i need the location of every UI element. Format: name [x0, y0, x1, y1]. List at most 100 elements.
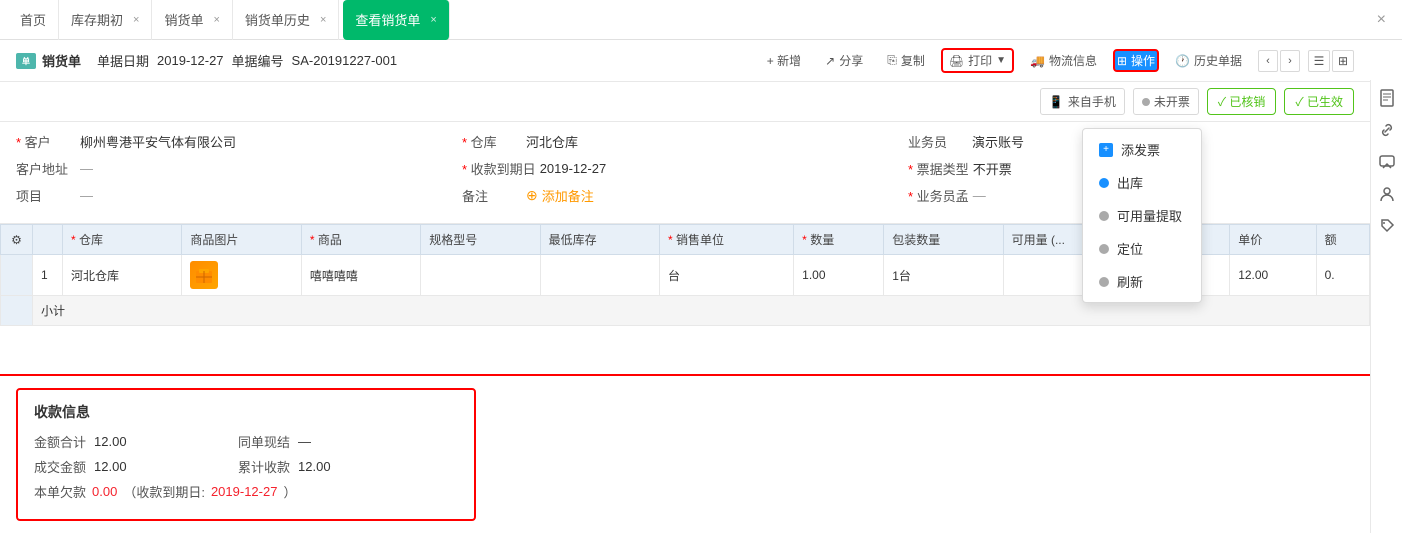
col-warehouse: 仓库 [63, 225, 182, 255]
document-title-text: 销货单 [42, 51, 81, 70]
cumulative-field: 累计收款 12.00 [238, 457, 418, 476]
due-note-date: 2019-12-27 [211, 484, 278, 499]
ticket-type-value: 不开票 [973, 159, 1012, 178]
payment-row-1: 金额合计 12.00 同单现结 — [34, 432, 458, 451]
cumulative-label: 累计收款 [238, 457, 290, 476]
tab-inventory-init[interactable]: 库存期初 × [59, 0, 152, 40]
print-button[interactable]: 🖨 打印 ▼ [941, 48, 1014, 73]
this-order-due-field: 本单欠款 0.00 （收款到期日: 2019-12-27 ） [34, 482, 296, 501]
row-warehouse-cell: 河北仓库 [63, 255, 182, 296]
cumulative-value: 12.00 [298, 459, 331, 474]
share-button[interactable]: ↗ 分享 [817, 48, 871, 73]
due-date-value[interactable]: 2019-12-27 [540, 161, 607, 176]
dropdown-locate[interactable]: 定位 [1083, 232, 1201, 265]
col-unit: 销售单位 [660, 225, 794, 255]
not-opened-button[interactable]: 未开票 [1133, 88, 1199, 115]
document-actions: + 新增 ↗ 分享 ⎘ 复制 🖨 打印 ▼ 🚚 物流信息 [759, 48, 1354, 73]
prev-arrow[interactable]: ‹ [1258, 50, 1278, 72]
locate-icon [1099, 244, 1109, 254]
warehouse-label: 仓库 [462, 132, 522, 151]
phone-icon: 📱 [1049, 95, 1064, 109]
sidebar-link-icon[interactable] [1373, 116, 1401, 144]
toolbar-row: 📱 来自手机 未开票 ✓ 已核销 ✓ 已生效 [0, 82, 1370, 122]
project-field: 项目 — [16, 186, 462, 205]
tab-inventory-init-label: 库存期初 [71, 10, 123, 29]
logistics-button[interactable]: 🚚 物流信息 [1022, 48, 1105, 73]
tab-bar-close-button[interactable]: × [1369, 11, 1394, 29]
col-pack-qty: 包装数量 [884, 225, 1003, 255]
operations-button[interactable]: ⊞ 操作 [1113, 49, 1159, 72]
col-product-img: 商品图片 [182, 225, 301, 255]
out-stock-icon [1099, 178, 1109, 188]
verify-check-icon: ✓ [1218, 95, 1226, 109]
verify-button[interactable]: ✓ 已核销 [1207, 88, 1277, 115]
bottom-panel: 收款信息 金额合计 12.00 同单现结 — 成交金额 12.00 [0, 374, 1370, 533]
gear-icon: ⚙ [11, 233, 22, 247]
new-button[interactable]: + 新增 [759, 48, 809, 73]
view-list-button[interactable]: ☰ [1308, 50, 1330, 72]
subtotal-settings-cell [1, 296, 33, 326]
svg-text:单: 单 [22, 56, 30, 66]
staff-sale-value: — [973, 188, 986, 203]
tab-sales-history-label: 销货单历史 [245, 10, 310, 29]
note-label: 备注 [462, 186, 522, 205]
same-order-value: — [298, 434, 311, 449]
staff-sale-label: 业务员孟 [908, 186, 969, 205]
document-header: 单 销货单 单据日期 2019-12-27 单据编号 SA-20191227-0… [0, 40, 1370, 82]
effect-check-icon: ✓ [1295, 95, 1303, 109]
staff-label: 业务员 [908, 132, 968, 151]
nav-arrows: ‹ › [1258, 50, 1300, 72]
copy-button[interactable]: ⎘ 复制 [879, 48, 933, 73]
col-spec: 规格型号 [421, 225, 540, 255]
sidebar-document-icon[interactable] [1373, 84, 1401, 112]
refresh-icon [1099, 277, 1109, 287]
total-amount-field: 金额合计 12.00 [34, 432, 214, 451]
operations-dropdown: + 添发票 出库 可用量提取 定位 刷新 [1082, 128, 1202, 303]
customer-value[interactable]: 柳州粤港平安气体有限公司 [80, 132, 236, 151]
due-date-label: 收款到期日 [462, 159, 536, 178]
total-amount-value: 12.00 [94, 434, 127, 449]
staff-value: 演示账号 [972, 132, 1024, 151]
due-date-field: 收款到期日 2019-12-27 [462, 159, 908, 178]
document-meta: 单据日期 2019-12-27 单据编号 SA-20191227-001 [97, 51, 397, 70]
tab-sales-history-close[interactable]: × [320, 14, 326, 26]
dropdown-refresh[interactable]: 刷新 [1083, 265, 1201, 298]
due-note-close: ） [283, 482, 296, 501]
due-note-label: （收款到期日: [123, 482, 205, 501]
truck-icon: 🚚 [1030, 54, 1045, 68]
effect-button[interactable]: ✓ 已生效 [1284, 88, 1354, 115]
dropdown-out-stock[interactable]: 出库 [1083, 166, 1201, 199]
tab-check-sales-close[interactable]: × [430, 14, 436, 26]
tab-check-sales[interactable]: 查看销货单 × [343, 0, 449, 40]
view-grid-button[interactable]: ⊞ [1332, 50, 1354, 72]
sidebar-tag-icon[interactable] [1373, 212, 1401, 240]
row-qty-cell: 1.00 [794, 255, 884, 296]
sidebar-chat-icon[interactable] [1373, 148, 1401, 176]
add-note-button[interactable]: ⊕ 添加备注 [526, 186, 594, 205]
qty-fetch-icon [1099, 211, 1109, 221]
tab-sales-order-close[interactable]: × [213, 14, 219, 26]
sidebar-user-icon[interactable] [1373, 180, 1401, 208]
date-label: 单据日期 [97, 51, 149, 70]
tab-sales-order[interactable]: 销货单 × [152, 0, 232, 40]
customer-label: 客户 [16, 132, 76, 151]
history-button[interactable]: 🕐 历史单据 [1167, 48, 1250, 73]
dropdown-add-invoice[interactable]: + 添发票 [1083, 133, 1201, 166]
col-settings[interactable]: ⚙ [1, 225, 33, 255]
tab-sales-history[interactable]: 销货单历史 × [233, 0, 339, 40]
next-arrow[interactable]: › [1280, 50, 1300, 72]
from-phone-button[interactable]: 📱 来自手机 [1040, 88, 1125, 115]
project-label: 项目 [16, 186, 76, 205]
row-seq-cell: 1 [33, 255, 63, 296]
col-min-stock: 最低库存 [540, 225, 659, 255]
col-unit-price: 单价 [1230, 225, 1316, 255]
tab-home[interactable]: 首页 [8, 0, 59, 40]
dropdown-qty-fetch[interactable]: 可用量提取 [1083, 199, 1201, 232]
deal-amount-label: 成交金额 [34, 457, 86, 476]
right-sidebar [1370, 80, 1402, 533]
tab-inventory-init-close[interactable]: × [133, 14, 139, 26]
warehouse-field: 仓库 河北仓库 [462, 132, 908, 151]
address-value: — [80, 161, 93, 176]
warehouse-value[interactable]: 河北仓库 [526, 132, 578, 151]
row-unit-cell: 台 [660, 255, 794, 296]
